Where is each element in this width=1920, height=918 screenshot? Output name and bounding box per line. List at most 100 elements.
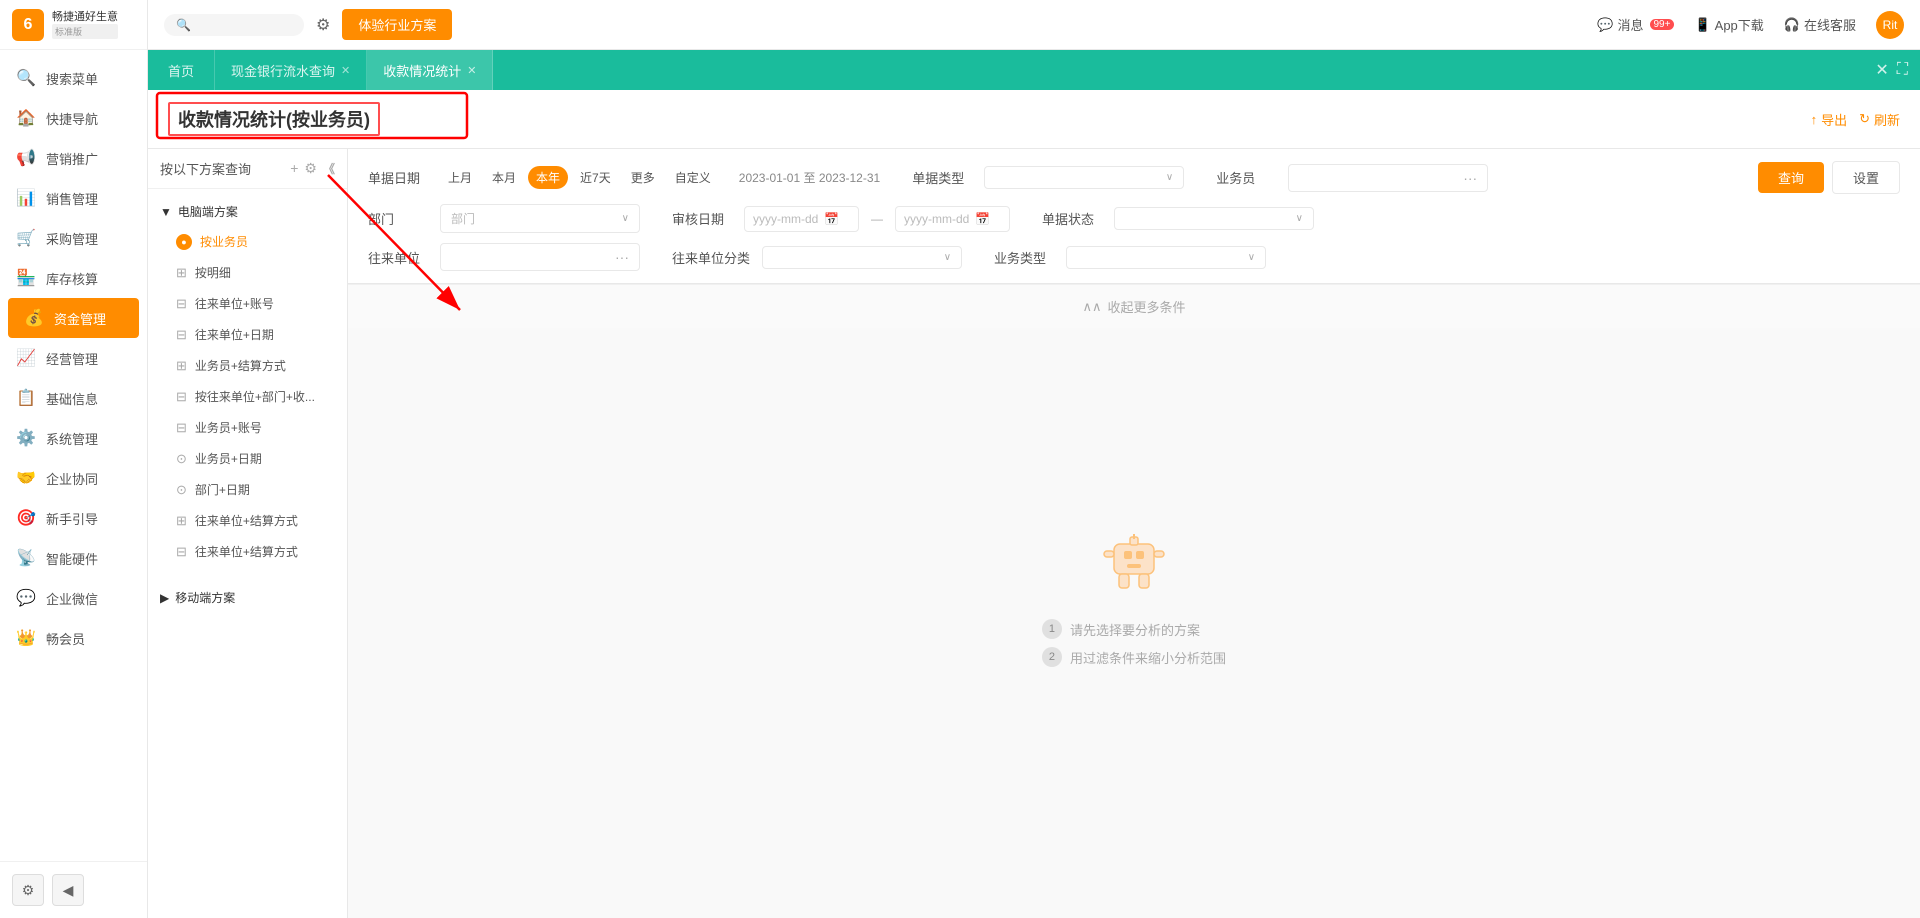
scheme-settings-button[interactable]: ⚙: [304, 160, 317, 177]
online-service-label: 在线客服: [1804, 15, 1856, 34]
date-tab-last7[interactable]: 近7天: [572, 166, 619, 189]
sidebar-item-enterprise[interactable]: 🤝 企业协同: [0, 458, 147, 498]
doc-status-select[interactable]: ∨: [1114, 207, 1314, 230]
add-scheme-button[interactable]: +: [290, 160, 298, 177]
left-panel-icons: + ⚙ 《: [290, 160, 335, 177]
date-tab-custom[interactable]: 自定义: [667, 166, 719, 189]
trial-button[interactable]: 体验行业方案: [342, 9, 452, 40]
unit-more-icon[interactable]: ···: [615, 249, 629, 265]
salesperson-select[interactable]: ···: [1288, 164, 1488, 192]
sidebar-item-hardware[interactable]: 📡 智能硬件: [0, 538, 147, 578]
scheme-group-mobile[interactable]: ▶ 移动端方案: [148, 583, 347, 612]
sidebar-item-label: 系统管理: [46, 429, 98, 448]
bar-icon: ⊞: [176, 358, 187, 374]
vip-icon: 👑: [16, 628, 36, 648]
sidebar-item-operation[interactable]: 📈 经营管理: [0, 338, 147, 378]
empty-tip-2: 2 用过滤条件来缩小分析范围: [1042, 647, 1226, 667]
sidebar-bottom: ⚙ ◀: [0, 861, 147, 918]
date-label: 单据日期: [368, 168, 428, 187]
sidebar-item-label: 企业协同: [46, 469, 98, 488]
app-download-button[interactable]: 📱 App下载: [1694, 15, 1763, 34]
doc-type-label: 单据类型: [912, 168, 972, 187]
scheme-item-unit-settle1[interactable]: ⊞ 往来单位+结算方式: [148, 505, 347, 536]
export-icon: ↑: [1811, 112, 1818, 127]
scheme-item-sales-settle[interactable]: ⊞ 业务员+结算方式: [148, 350, 347, 381]
doc-type-select[interactable]: ∨: [984, 166, 1184, 189]
tab-home[interactable]: 首页: [148, 50, 215, 90]
scheme-group-desktop[interactable]: ▼ 电脑端方案: [148, 197, 347, 226]
scheme-item-label: 业务员+账号: [195, 419, 262, 436]
scheme-item-unit-account[interactable]: ⊟ 往来单位+账号: [148, 288, 347, 319]
topbar-gear-icon[interactable]: ⚙: [316, 15, 330, 35]
sidebar-item-system[interactable]: ⚙️ 系统管理: [0, 418, 147, 458]
sidebar-item-wechat[interactable]: 💬 企业微信: [0, 578, 147, 618]
sidebar-item-basic[interactable]: 📋 基础信息: [0, 378, 147, 418]
scheme-item-unit-settle2[interactable]: ⊟ 往来单位+结算方式: [148, 536, 347, 567]
message-icon: 💬: [1597, 17, 1613, 33]
enterprise-icon: 🤝: [16, 468, 36, 488]
sidebar-item-purchase[interactable]: 🛒 采购管理: [0, 218, 147, 258]
marketing-icon: 📢: [16, 148, 36, 168]
sidebar-item-label: 经营管理: [46, 349, 98, 368]
sidebar-settings-button[interactable]: ⚙: [12, 874, 44, 906]
unit-category-select[interactable]: ∨: [762, 246, 962, 269]
collapse-more-bar[interactable]: ∧∧ 收起更多条件: [348, 284, 1920, 328]
scheme-item-sales-account[interactable]: ⊟ 业务员+账号: [148, 412, 347, 443]
refresh-button[interactable]: ↻ 刷新: [1859, 110, 1900, 129]
scheme-item-by-salesperson[interactable]: ● 按业务员: [148, 226, 347, 257]
dept-placeholder: 部门: [451, 210, 475, 227]
date-tab-more[interactable]: 更多: [623, 166, 663, 189]
date-tab-last-month[interactable]: 上月: [440, 166, 480, 189]
tab-bankflow[interactable]: 现金银行流水查询 ✕: [215, 50, 367, 90]
review-date-end[interactable]: yyyy-mm-dd 📅: [895, 206, 1010, 232]
date-tab-this-month[interactable]: 本月: [484, 166, 524, 189]
clock-icon: ⊙: [176, 451, 187, 467]
sidebar-item-sales[interactable]: 📊 销售管理: [0, 178, 147, 218]
logo-icon: 6: [12, 9, 44, 41]
dept-select[interactable]: 部门 ∨: [440, 204, 640, 233]
sidebar-collapse-button[interactable]: ◀: [52, 874, 84, 906]
tab-receipt[interactable]: 收款情况统计 ✕: [367, 50, 493, 90]
sidebar-item-warehouse[interactable]: 🏪 库存核算: [0, 258, 147, 298]
left-panel: 按以下方案查询 + ⚙ 《 ▼ 电脑端方案 ● 按业务员: [148, 149, 348, 918]
main-area: 🔍 ⚙ 体验行业方案 💬 消息 99+ 📱 App下载 🎧 在线客服 Rit: [148, 0, 1920, 918]
scheme-item-dept-date[interactable]: ⊙ 部门+日期: [148, 474, 347, 505]
scheme-item-unit-date[interactable]: ⊟ 往来单位+日期: [148, 319, 347, 350]
scheme-item-sales-date[interactable]: ⊙ 业务员+日期: [148, 443, 347, 474]
scheme-item-label: 部门+日期: [195, 481, 250, 498]
sidebar-item-label: 库存核算: [46, 269, 98, 288]
messages-button[interactable]: 💬 消息 99+: [1597, 15, 1674, 34]
biz-type-select[interactable]: ∨: [1066, 246, 1266, 269]
panel-collapse-button[interactable]: 《: [323, 160, 335, 177]
date-tab-this-year[interactable]: 本年: [528, 166, 568, 189]
setting-button[interactable]: 设置: [1832, 161, 1900, 194]
sidebar-item-search[interactable]: 🔍 搜索菜单: [0, 58, 147, 98]
tip-num-1: 1: [1042, 619, 1062, 639]
home-tab-label: 首页: [168, 61, 194, 80]
bankflow-tab-close[interactable]: ✕: [341, 64, 350, 77]
scheme-item-unit-dept[interactable]: ⊟ 按往来单位+部门+收...: [148, 381, 347, 412]
sidebar-item-label: 资金管理: [54, 309, 106, 328]
sidebar-item-finance[interactable]: 💰 资金管理: [8, 298, 139, 338]
page-actions: ↑ 导出 ↻ 刷新: [1811, 110, 1900, 129]
more-dots-icon[interactable]: ···: [1463, 170, 1477, 186]
review-date-start[interactable]: yyyy-mm-dd 📅: [744, 206, 859, 232]
export-button[interactable]: ↑ 导出: [1811, 110, 1848, 129]
sidebar-item-guide[interactable]: 🎯 新手引导: [0, 498, 147, 538]
tab-maximize-button[interactable]: ⛶: [1897, 61, 1908, 79]
receipt-tab-close[interactable]: ✕: [467, 64, 476, 77]
purchase-icon: 🛒: [16, 228, 36, 248]
sidebar-item-vip[interactable]: 👑 畅会员: [0, 618, 147, 658]
table-icon3: ⊟: [176, 389, 187, 405]
scheme-item-by-detail[interactable]: ⊞ 按明细: [148, 257, 347, 288]
sidebar-item-quicknav[interactable]: 🏠 快捷导航: [0, 98, 147, 138]
user-avatar[interactable]: Rit: [1876, 11, 1904, 39]
left-panel-title: 按以下方案查询: [160, 159, 251, 178]
content-area: 收款情况统计(按业务员) ↑ 导出 ↻ 刷新 按以下方案查询 +: [148, 90, 1920, 918]
sidebar-item-marketing[interactable]: 📢 营销推广: [0, 138, 147, 178]
unit-select[interactable]: ···: [440, 243, 640, 271]
topbar-search[interactable]: 🔍: [164, 14, 304, 36]
online-service-button[interactable]: 🎧 在线客服: [1784, 15, 1856, 34]
tab-close-all-button[interactable]: ✕: [1875, 60, 1888, 80]
query-button[interactable]: 查询: [1758, 162, 1824, 193]
